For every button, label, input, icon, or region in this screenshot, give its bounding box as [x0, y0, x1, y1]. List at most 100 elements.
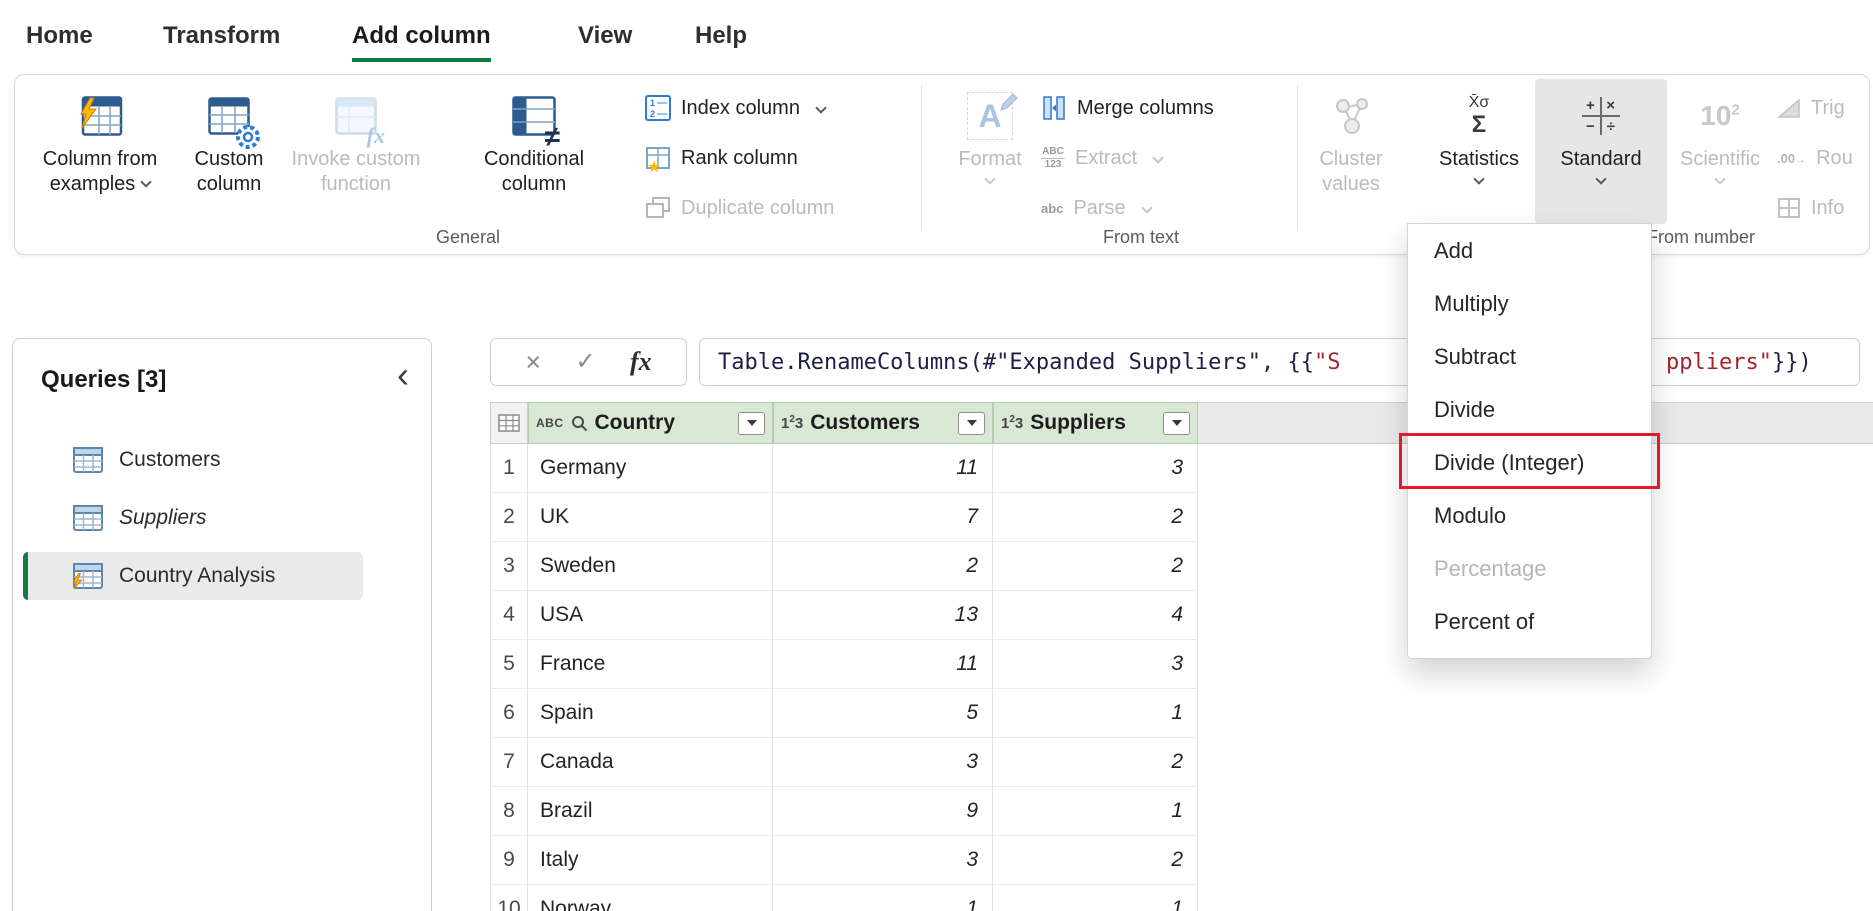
- cluster-values-label2: values: [1322, 173, 1380, 195]
- scientific-button[interactable]: 102 Scientific: [1673, 83, 1767, 229]
- cell-suppliers[interactable]: 1: [993, 885, 1198, 911]
- fx-icon[interactable]: fx: [630, 349, 652, 375]
- cancel-formula-icon[interactable]: ×: [525, 349, 541, 376]
- cell-country[interactable]: Spain: [528, 689, 773, 738]
- tab-view[interactable]: View: [578, 22, 632, 50]
- table-lightning-icon: [77, 85, 123, 147]
- cell-country[interactable]: France: [528, 640, 773, 689]
- commit-formula-icon[interactable]: ✓: [576, 350, 596, 374]
- row-number[interactable]: 3: [490, 542, 528, 591]
- cell-country[interactable]: Canada: [528, 738, 773, 787]
- query-item-country-analysis[interactable]: Country Analysis: [23, 552, 363, 600]
- cell-country[interactable]: Germany: [528, 444, 773, 493]
- trigonometry-label: Trig: [1811, 97, 1845, 120]
- cell-customers[interactable]: 5: [773, 689, 993, 738]
- row-number[interactable]: 6: [490, 689, 528, 738]
- row-number[interactable]: 1: [490, 444, 528, 493]
- custom-column-label1: Custom: [195, 148, 264, 170]
- cell-country[interactable]: Italy: [528, 836, 773, 885]
- duplicate-column-button[interactable]: Duplicate column: [645, 187, 834, 229]
- column-from-examples-button[interactable]: Column from examples: [23, 83, 177, 229]
- statistics-button[interactable]: X̄σ Σ Statistics: [1426, 83, 1532, 229]
- menu-item-percentage[interactable]: Percentage: [1408, 542, 1651, 595]
- parse-button[interactable]: abc Parse: [1041, 187, 1151, 229]
- chevron-down-icon: [1595, 173, 1606, 184]
- cell-customers[interactable]: 3: [773, 738, 993, 787]
- cell-suppliers[interactable]: 3: [993, 444, 1198, 493]
- format-button[interactable]: A Format: [945, 83, 1035, 229]
- custom-column-button[interactable]: Custom column: [179, 83, 279, 229]
- chevron-down-icon: [141, 176, 152, 187]
- format-label: Format: [958, 148, 1021, 170]
- cell-customers[interactable]: 2: [773, 542, 993, 591]
- chevron-down-icon: [1141, 202, 1152, 213]
- cell-suppliers[interactable]: 2: [993, 836, 1198, 885]
- cell-customers[interactable]: 7: [773, 493, 993, 542]
- merge-columns-button[interactable]: Merge columns: [1041, 87, 1214, 129]
- cell-customers[interactable]: 3: [773, 836, 993, 885]
- menu-item-add[interactable]: Add: [1408, 224, 1651, 277]
- tab-help[interactable]: Help: [695, 22, 747, 50]
- tab-transform[interactable]: Transform: [163, 22, 280, 50]
- row-number[interactable]: 7: [490, 738, 528, 787]
- filter-button[interactable]: [738, 412, 765, 435]
- cell-country[interactable]: Norway: [528, 885, 773, 911]
- cell-country[interactable]: USA: [528, 591, 773, 640]
- information-button[interactable]: Info: [1777, 187, 1844, 229]
- index-column-button[interactable]: 1 2 Index column: [645, 87, 825, 129]
- row-number[interactable]: 4: [490, 591, 528, 640]
- cell-suppliers[interactable]: 3: [993, 640, 1198, 689]
- extract-button[interactable]: ABC 123 Extract: [1041, 137, 1162, 179]
- cell-country[interactable]: Brazil: [528, 787, 773, 836]
- index-column-label: Index column: [681, 97, 800, 120]
- column-header-customers[interactable]: 123 Customers: [773, 402, 993, 444]
- row-number[interactable]: 2: [490, 493, 528, 542]
- rounding-button[interactable]: .00→ Rou: [1777, 137, 1853, 179]
- column-header-country[interactable]: ABC Country: [528, 402, 773, 444]
- menu-item-divide[interactable]: Divide: [1408, 383, 1651, 436]
- rank-column-button[interactable]: ★ Rank column: [645, 137, 798, 179]
- cell-customers[interactable]: 13: [773, 591, 993, 640]
- row-number[interactable]: 10: [490, 885, 528, 911]
- conditional-column-button[interactable]: ≠ Conditional column: [467, 83, 601, 229]
- menu-item-multiply[interactable]: Multiply: [1408, 277, 1651, 330]
- filter-button[interactable]: [1163, 412, 1190, 435]
- row-number[interactable]: 8: [490, 787, 528, 836]
- filter-button[interactable]: [958, 412, 985, 435]
- standard-button[interactable]: + × − ÷ Standard: [1539, 83, 1663, 229]
- row-number[interactable]: 9: [490, 836, 528, 885]
- not-equal-icon: ≠: [545, 121, 560, 153]
- column-header-suppliers[interactable]: 123 Suppliers: [993, 402, 1198, 444]
- trigonometry-button[interactable]: Trig: [1777, 87, 1845, 129]
- cell-customers[interactable]: 1: [773, 885, 993, 911]
- query-item-suppliers[interactable]: Suppliers: [23, 494, 363, 542]
- menu-item-percent-of[interactable]: Percent of: [1408, 595, 1651, 648]
- menu-item-modulo[interactable]: Modulo: [1408, 489, 1651, 542]
- query-table-icon: [73, 505, 103, 531]
- row-number[interactable]: 5: [490, 640, 528, 689]
- tab-home[interactable]: Home: [26, 22, 93, 50]
- invoke-custom-function-button[interactable]: fx Invoke custom function: [281, 83, 431, 229]
- cell-country[interactable]: Sweden: [528, 542, 773, 591]
- cell-suppliers[interactable]: 2: [993, 493, 1198, 542]
- cell-customers[interactable]: 11: [773, 640, 993, 689]
- select-all-button[interactable]: [490, 402, 528, 444]
- formula-input[interactable]: Table.RenameColumns(#"Expanded Suppliers…: [699, 338, 1860, 386]
- query-table-lightning-icon: [73, 563, 103, 589]
- cell-country[interactable]: UK: [528, 493, 773, 542]
- cell-suppliers[interactable]: 2: [993, 542, 1198, 591]
- cell-customers[interactable]: 11: [773, 444, 993, 493]
- cell-suppliers[interactable]: 1: [993, 689, 1198, 738]
- query-item-customers[interactable]: Customers: [23, 436, 363, 484]
- cell-suppliers[interactable]: 1: [993, 787, 1198, 836]
- collapse-pane-icon[interactable]: ‹: [397, 357, 409, 393]
- chevron-down-icon: [984, 173, 995, 184]
- cell-customers[interactable]: 9: [773, 787, 993, 836]
- ten-squared-icon: 102: [1700, 85, 1740, 147]
- tab-add-column[interactable]: Add column: [352, 22, 491, 62]
- cluster-values-button[interactable]: Cluster values: [1305, 83, 1397, 229]
- cell-suppliers[interactable]: 2: [993, 738, 1198, 787]
- cell-suppliers[interactable]: 4: [993, 591, 1198, 640]
- standard-operators-icon: + × − ÷: [1582, 85, 1620, 147]
- menu-item-subtract[interactable]: Subtract: [1408, 330, 1651, 383]
